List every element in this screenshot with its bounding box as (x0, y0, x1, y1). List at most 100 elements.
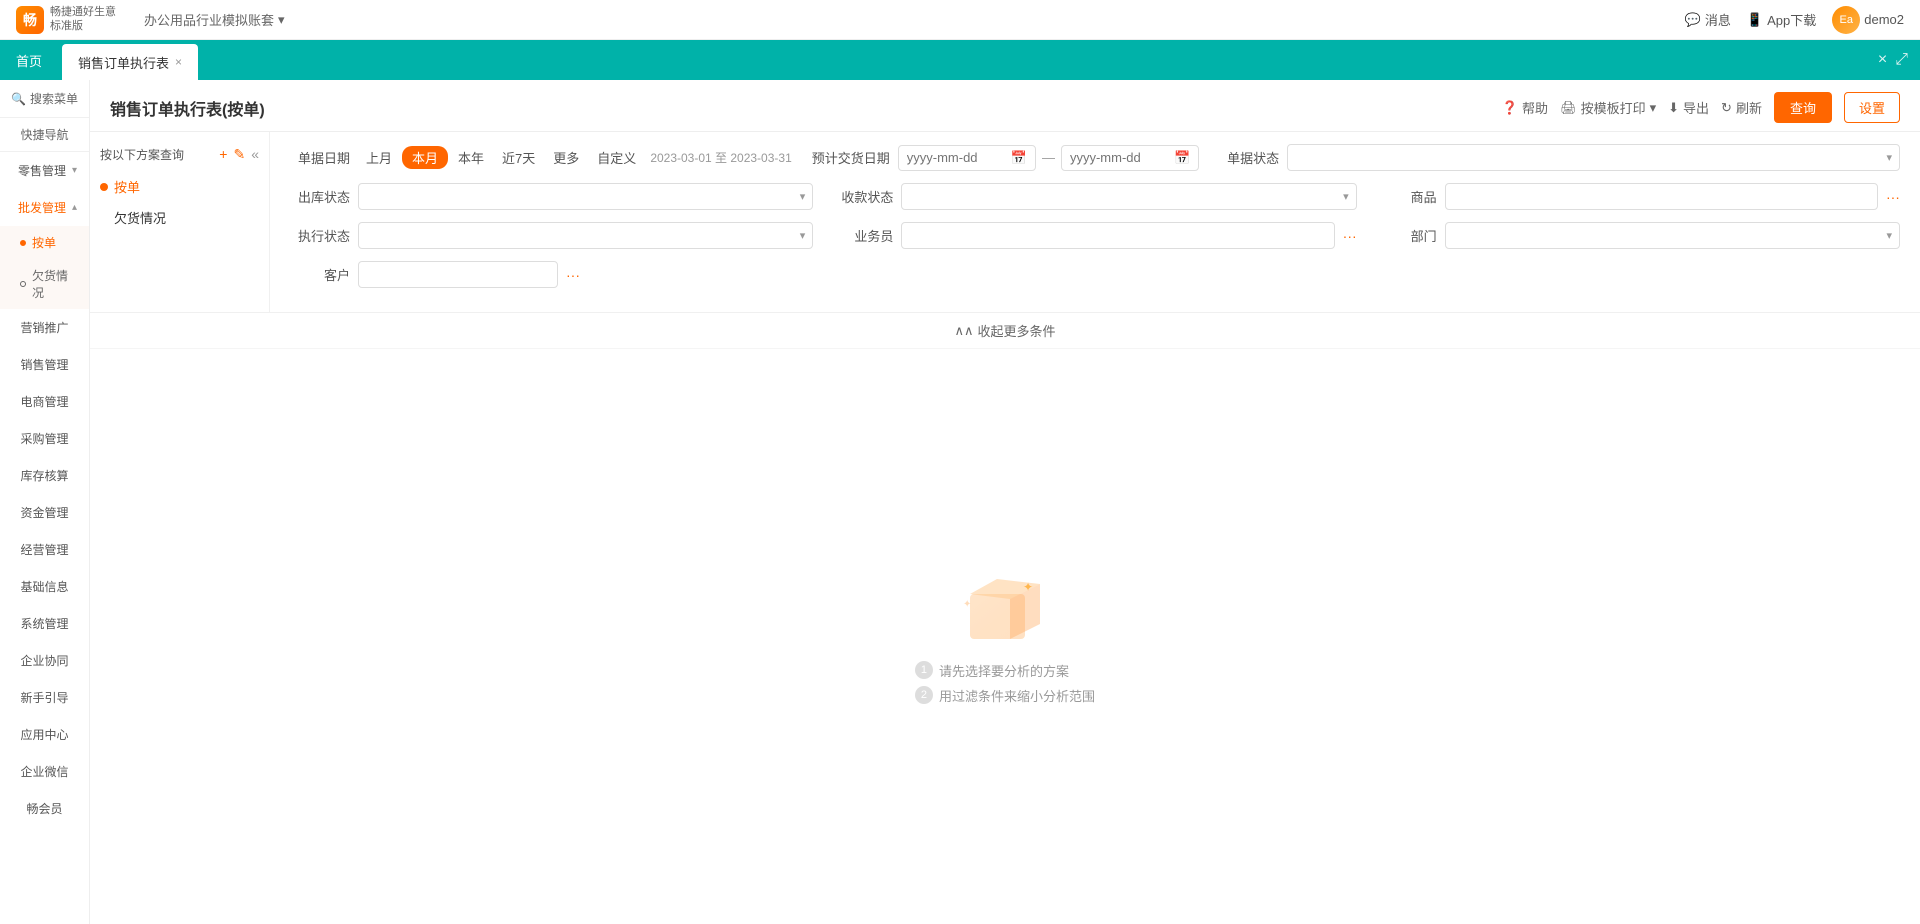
scheme-panel: 按以下方案查询 + ✎ « 按单 欠货情况 (90, 132, 270, 312)
salesperson-ellipsis-icon[interactable]: ··· (1343, 228, 1357, 244)
sidebar-item-sales[interactable]: 销售管理 (0, 346, 89, 383)
collapse-button[interactable]: ∧∧ 收起更多条件 (90, 312, 1920, 348)
customer-field: 客户 ··· (290, 261, 580, 288)
sidebar-sub-item-byorder[interactable]: 按单 (0, 226, 89, 259)
filter-panel: 按以下方案查询 + ✎ « 按单 欠货情况 (90, 132, 1920, 348)
empty-tip-1: 1 请先选择要分析的方案 (915, 661, 1095, 680)
search-button[interactable]: 查询 (1774, 92, 1832, 123)
date-separator: — (1042, 150, 1055, 165)
expected-date-end-wrap[interactable]: 📅 (1061, 145, 1199, 171)
sidebar-item-marketing[interactable]: 营销推广 (0, 309, 89, 346)
sidebar-item-guide[interactable]: 新手引导 (0, 679, 89, 716)
close-window-icon[interactable]: × (1878, 51, 1887, 69)
scheme-item-byorder[interactable]: 按单 (90, 171, 269, 202)
salesperson-input[interactable] (901, 222, 1334, 249)
add-scheme-icon[interactable]: + (219, 146, 227, 163)
sidebar-item-app-center[interactable]: 应用中心 (0, 716, 89, 753)
dept-field: 部门 ▾ (1377, 222, 1900, 249)
print-button[interactable]: 🖨 按模板打印 ▾ (1560, 98, 1656, 117)
logo-area: 畅 畅捷通好生意 标准版 (16, 6, 116, 34)
scheme-header: 按以下方案查询 + ✎ « (90, 142, 269, 171)
sidebar-item-wholesale[interactable]: 批发管理 ▴ (0, 189, 89, 226)
goods-ellipsis-icon[interactable]: ··· (1886, 189, 1900, 205)
tip-num-1: 1 (915, 661, 933, 679)
message-icon: 💬 (1685, 12, 1701, 28)
sidebar-item-basic-info[interactable]: 基础信息 (0, 568, 89, 605)
chevron-down-icon: ▴ (72, 202, 77, 213)
customer-label: 客户 (290, 265, 350, 284)
filter-row-4: 客户 ··· (290, 261, 1900, 288)
dept-label: 部门 (1377, 226, 1437, 245)
dept-select[interactable] (1445, 222, 1900, 249)
nav-selector[interactable]: 办公用品行业模拟账套 ▾ (144, 10, 285, 29)
exec-status-select[interactable] (358, 222, 813, 249)
refresh-button[interactable]: ↻ 刷新 (1721, 98, 1762, 117)
expected-date-end[interactable] (1070, 150, 1170, 165)
collect-status-label: 收款状态 (833, 187, 893, 206)
date-tab-lastmonth[interactable]: 上月 (358, 145, 400, 170)
sidebar-sub-wholesale: 按单 欠货情况 (0, 226, 89, 309)
settings-button[interactable]: 设置 (1844, 92, 1900, 123)
date-tab-more[interactable]: 更多 (545, 145, 587, 170)
collect-status-select-wrap: ▾ (901, 183, 1356, 210)
filter-layout: 按以下方案查询 + ✎ « 按单 欠货情况 (90, 132, 1920, 312)
filter-row-3: 执行状态 ▾ 业务员 ··· (290, 222, 1900, 249)
edit-scheme-icon[interactable]: ✎ (233, 146, 245, 163)
customer-ellipsis-icon[interactable]: ··· (566, 267, 580, 283)
tab-bar: 首页 销售订单执行表 × × ⤢ (0, 40, 1920, 80)
expected-date-label: 预计交货日期 (812, 148, 890, 167)
date-tab-custom[interactable]: 自定义 (589, 145, 644, 170)
salesperson-field: 业务员 ··· (833, 222, 1356, 249)
sidebar-quick-nav[interactable]: 快捷导航 (0, 118, 89, 152)
ship-status-select-wrap: ▾ (358, 183, 813, 210)
date-tab-thismonth[interactable]: 本月 (402, 146, 448, 169)
tab-active[interactable]: 销售订单执行表 × (62, 44, 198, 80)
app-download-button[interactable]: 📱 App下载 (1747, 10, 1816, 29)
help-button[interactable]: ❓ 帮助 (1502, 98, 1548, 117)
doc-status-select[interactable] (1287, 144, 1900, 171)
sidebar-item-enterprise-wechat[interactable]: 企业微信 (0, 753, 89, 790)
scheme-item-backorder[interactable]: 欠货情况 (90, 202, 269, 233)
customer-input[interactable] (358, 261, 558, 288)
help-icon: ❓ (1502, 100, 1518, 116)
refresh-icon: ↻ (1721, 100, 1732, 116)
tab-close-icon[interactable]: × (175, 55, 182, 69)
goods-input[interactable] (1445, 183, 1878, 210)
sidebar-item-enterprise-collab[interactable]: 企业协同 (0, 642, 89, 679)
export-button[interactable]: ⬇ 导出 (1668, 98, 1709, 117)
ship-status-select[interactable] (358, 183, 813, 210)
export-icon: ⬇ (1668, 100, 1679, 116)
sidebar-item-operations[interactable]: 经营管理 (0, 531, 89, 568)
sidebar-item-inventory[interactable]: 库存核算 (0, 457, 89, 494)
empty-tips: 1 请先选择要分析的方案 2 用过滤条件来缩小分析范围 (915, 661, 1095, 705)
sidebar-item-purchase[interactable]: 采购管理 (0, 420, 89, 457)
date-range-text: 2023-03-01 至 2023-03-31 (650, 149, 791, 166)
empty-state: ✦ ✦ 1 请先选择要分析的方案 2 用过滤条件来缩小分析范围 (90, 349, 1920, 924)
svg-text:✦: ✦ (963, 599, 971, 610)
salesperson-label: 业务员 (833, 226, 893, 245)
user-menu[interactable]: Ea demo2 (1832, 6, 1904, 34)
collect-status-select[interactable] (901, 183, 1356, 210)
maximize-icon[interactable]: ⤢ (1895, 51, 1908, 69)
exec-status-field: 执行状态 ▾ (290, 222, 813, 249)
page-actions: ❓ 帮助 🖨 按模板打印 ▾ ⬇ 导出 ↻ 刷新 查询 设置 (1502, 92, 1900, 123)
logo-icon: 畅 (16, 6, 44, 34)
message-button[interactable]: 💬 消息 (1685, 10, 1731, 29)
date-tab-thisyear[interactable]: 本年 (450, 145, 492, 170)
calendar-icon: 📅 (1011, 150, 1027, 166)
goods-field: 商品 ··· (1377, 183, 1900, 210)
sidebar-search[interactable]: 🔍 搜索菜单 (0, 80, 89, 118)
sidebar-item-member[interactable]: 畅会员 (0, 790, 89, 827)
sidebar-sub-item-backorder[interactable]: 欠货情况 (0, 259, 89, 309)
sidebar-item-retail[interactable]: 零售管理 ▾ (0, 152, 89, 189)
sidebar-item-system[interactable]: 系统管理 (0, 605, 89, 642)
sidebar-item-ecommerce[interactable]: 电商管理 (0, 383, 89, 420)
collapse-scheme-icon[interactable]: « (251, 146, 259, 163)
search-icon: 🔍 (11, 92, 26, 106)
sidebar-item-finance[interactable]: 资金管理 (0, 494, 89, 531)
expected-date-start[interactable] (907, 150, 1007, 165)
avatar: Ea (1832, 6, 1860, 34)
date-tab-7days[interactable]: 近7天 (494, 145, 543, 170)
expected-date-start-wrap[interactable]: 📅 (898, 145, 1036, 171)
tab-home[interactable]: 首页 (0, 40, 58, 80)
